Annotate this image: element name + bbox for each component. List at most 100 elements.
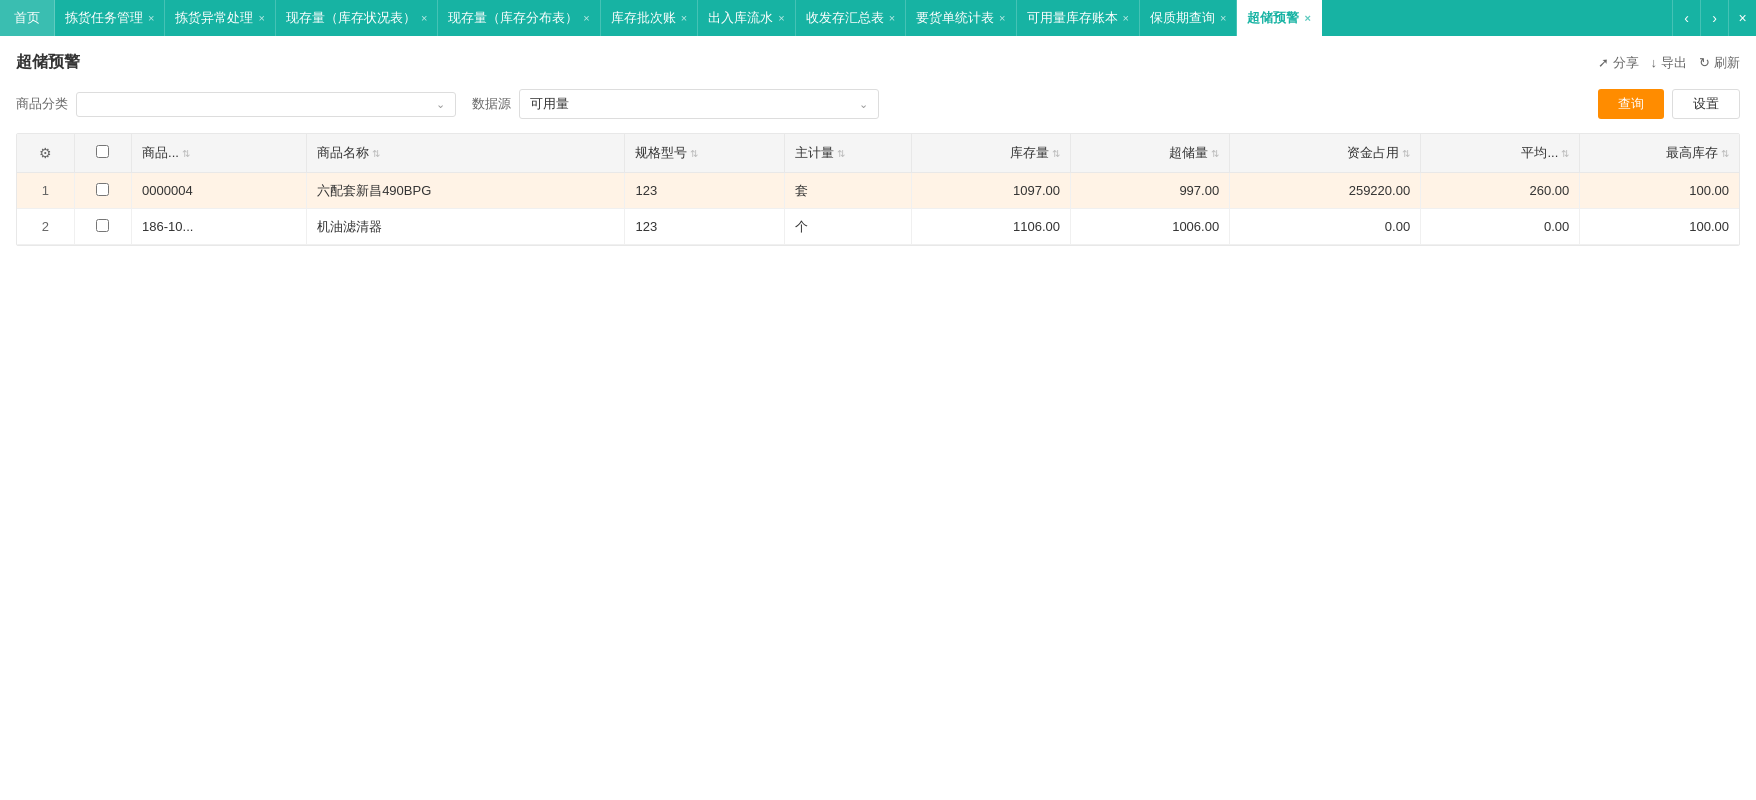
th-avg-label: 平均...	[1521, 144, 1558, 162]
nav-tab-close-3[interactable]: ×	[583, 12, 589, 24]
nav-tab-close-8[interactable]: ×	[1123, 12, 1129, 24]
table-header-row: ⚙ 商品... ⇅ 商品名称 ⇅	[17, 134, 1739, 173]
share-button[interactable]: ➚ 分享	[1598, 54, 1639, 72]
row-checkbox-1[interactable]	[96, 219, 109, 232]
sort-icon-capital: ⇅	[1402, 148, 1410, 159]
th-avg: 平均... ⇅	[1421, 134, 1580, 173]
th-capital-label: 资金占用	[1347, 144, 1399, 162]
sort-icon-stock: ⇅	[1052, 148, 1060, 159]
th-spec: 规格型号 ⇅	[625, 134, 784, 173]
nav-tab-9[interactable]: 保质期查询 ×	[1140, 0, 1237, 36]
nav-tab-label-3: 现存量（库存分布表）	[448, 10, 578, 27]
top-navigation: 首页 拣货任务管理×拣货异常处理×现存量（库存状况表）×现存量（库存分布表）×库…	[0, 0, 1756, 36]
nav-tab-close-10[interactable]: ×	[1304, 12, 1310, 24]
sort-icon-overstock: ⇅	[1211, 148, 1219, 159]
datasource-label: 数据源	[472, 95, 511, 113]
th-product-name-label: 商品名称	[317, 144, 369, 162]
nav-tab-label-9: 保质期查询	[1150, 10, 1215, 27]
nav-tab-close-5[interactable]: ×	[778, 12, 784, 24]
td-maxstock-0: 100.00	[1580, 173, 1739, 209]
td-index-1: 2	[17, 209, 74, 245]
nav-next-btn[interactable]: ›	[1700, 0, 1728, 36]
page-title: 超储预警	[16, 52, 80, 73]
nav-tab-0[interactable]: 拣货任务管理 ×	[55, 0, 165, 36]
td-unit-0: 套	[784, 173, 911, 209]
td-maxstock-1: 100.00	[1580, 209, 1739, 245]
td-checkbox-0	[74, 173, 131, 209]
nav-prev-btn[interactable]: ‹	[1672, 0, 1700, 36]
nav-tab-close-2[interactable]: ×	[421, 12, 427, 24]
td-stock-0: 1097.00	[911, 173, 1070, 209]
select-all-checkbox[interactable]	[96, 145, 109, 158]
td-product-code-1: 186-10...	[132, 209, 307, 245]
td-spec-1: 123	[625, 209, 784, 245]
th-capital: 资金占用 ⇅	[1230, 134, 1421, 173]
nav-tab-2[interactable]: 现存量（库存状况表）×	[276, 0, 438, 36]
th-settings: ⚙	[17, 134, 74, 173]
th-product-name: 商品名称 ⇅	[307, 134, 625, 173]
nav-tab-8[interactable]: 可用量库存账本 ×	[1017, 0, 1140, 36]
chevron-down-icon: ⌄	[436, 98, 445, 111]
th-stock: 库存量 ⇅	[911, 134, 1070, 173]
query-button[interactable]: 查询	[1598, 89, 1664, 119]
nav-tab-7[interactable]: 要货单统计表 ×	[906, 0, 1016, 36]
datasource-filter: 数据源 可用量 ⌄	[472, 89, 879, 119]
th-maxstock: 最高库存 ⇅	[1580, 134, 1739, 173]
settings-button[interactable]: 设置	[1672, 89, 1740, 119]
th-unit-label: 主计量	[795, 144, 834, 162]
nav-tab-3[interactable]: 现存量（库存分布表） ×	[438, 0, 600, 36]
product-category-label: 商品分类	[16, 95, 68, 113]
td-capital-0: 259220.00	[1230, 173, 1421, 209]
nav-tab-5[interactable]: 出入库流水×	[698, 0, 795, 36]
td-spec-0: 123	[625, 173, 784, 209]
td-product-code-0: 0000004	[132, 173, 307, 209]
td-capital-1: 0.00	[1230, 209, 1421, 245]
sort-icon-product-code: ⇅	[182, 148, 190, 159]
share-icon: ➚	[1598, 55, 1609, 70]
export-label: 导出	[1661, 54, 1687, 72]
filter-row: 商品分类 ⌄ 数据源 可用量 ⌄ 查询 设置	[16, 89, 1740, 119]
th-overstock: 超储量 ⇅	[1071, 134, 1230, 173]
th-spec-label: 规格型号	[635, 144, 687, 162]
th-maxstock-label: 最高库存	[1666, 144, 1718, 162]
nav-tab-close-9[interactable]: ×	[1220, 12, 1226, 24]
nav-home[interactable]: 首页	[0, 0, 55, 36]
th-overstock-label: 超储量	[1169, 144, 1208, 162]
nav-tab-label-8: 可用量库存账本	[1027, 10, 1118, 27]
nav-tab-6[interactable]: 收发存汇总表×	[796, 0, 906, 36]
sort-icon-spec: ⇅	[690, 148, 698, 159]
th-product-code: 商品... ⇅	[132, 134, 307, 173]
row-checkbox-0[interactable]	[96, 183, 109, 196]
nav-arrows: ‹ › ×	[1672, 0, 1756, 36]
nav-tab-close-7[interactable]: ×	[999, 12, 1005, 24]
product-category-select[interactable]: ⌄	[76, 92, 456, 117]
gear-icon[interactable]: ⚙	[39, 145, 52, 161]
nav-tab-1[interactable]: 拣货异常处理×	[165, 0, 275, 36]
nav-tab-close-0[interactable]: ×	[148, 12, 154, 24]
nav-tab-10[interactable]: 超储预警 ×	[1237, 0, 1321, 36]
datasource-select[interactable]: 可用量 ⌄	[519, 89, 879, 119]
nav-tab-close-1[interactable]: ×	[258, 12, 264, 24]
sort-icon-maxstock: ⇅	[1721, 148, 1729, 159]
nav-tab-label-0: 拣货任务管理	[65, 10, 143, 27]
chevron-down-icon-2: ⌄	[859, 98, 868, 111]
refresh-icon: ↻	[1699, 55, 1710, 70]
export-icon: ↓	[1651, 55, 1658, 70]
nav-tab-label-10: 超储预警	[1247, 10, 1299, 27]
nav-tab-label-7: 要货单统计表	[916, 10, 994, 27]
th-unit: 主计量 ⇅	[784, 134, 911, 173]
export-button[interactable]: ↓ 导出	[1651, 54, 1688, 72]
nav-tab-close-6[interactable]: ×	[889, 12, 895, 24]
td-stock-1: 1106.00	[911, 209, 1070, 245]
nav-tab-close-4[interactable]: ×	[681, 12, 687, 24]
td-overstock-0: 997.00	[1071, 173, 1230, 209]
header-actions: ➚ 分享 ↓ 导出 ↻ 刷新	[1598, 54, 1741, 72]
refresh-button[interactable]: ↻ 刷新	[1699, 54, 1740, 72]
nav-home-label: 首页	[14, 9, 40, 27]
table-row: 2 186-10... 机油滤清器 123 个 1106.00 1006.00 …	[17, 209, 1739, 245]
nav-close-btn[interactable]: ×	[1728, 0, 1756, 36]
td-product-name-0: 六配套新昌490BPG	[307, 173, 625, 209]
th-stock-label: 库存量	[1010, 144, 1049, 162]
share-label: 分享	[1613, 54, 1639, 72]
nav-tab-4[interactable]: 库存批次账×	[601, 0, 698, 36]
